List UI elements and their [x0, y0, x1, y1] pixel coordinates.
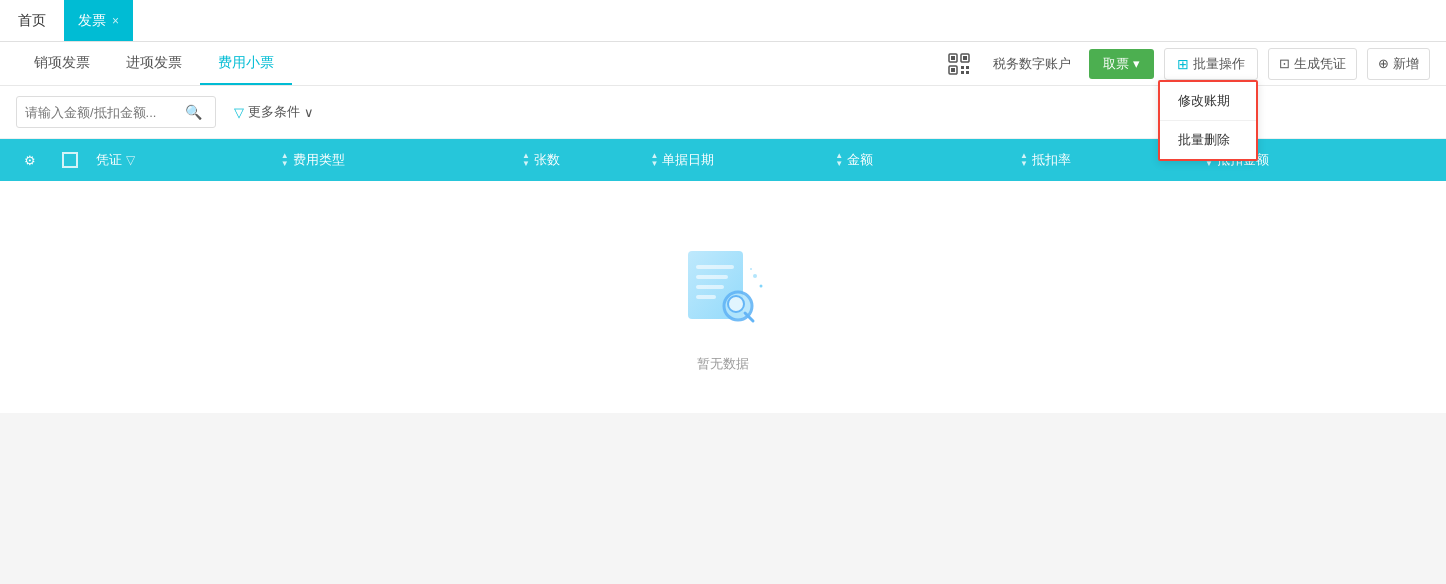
qr-icon-button[interactable]	[943, 48, 975, 80]
dropdown-item-modify-period[interactable]: 修改账期	[1160, 82, 1256, 120]
svg-rect-1	[951, 56, 955, 60]
svg-point-18	[753, 274, 757, 278]
sort-arrows-expense: ▲▼	[281, 152, 289, 168]
qr-icon	[948, 53, 970, 75]
sort-arrows-count: ▲▼	[522, 152, 530, 168]
tab-expense-receipt[interactable]: 费用小票	[200, 42, 292, 85]
sub-tabs-right: 税务数字账户 取票 ▾ ⊞ 批量操作 修改账期 批量删除 ⊡ 生成凭证 ⊕ 新增	[943, 48, 1430, 80]
sub-tabs-left: 销项发票 进项发票 费用小票	[16, 42, 292, 85]
svg-point-19	[760, 285, 763, 288]
th-voucher-label: 凭证	[96, 151, 122, 169]
sub-tabs-bar: 销项发票 进项发票 费用小票 税务数字账户 取票 ▾	[0, 42, 1446, 86]
add-new-icon: ⊕	[1378, 56, 1389, 71]
svg-rect-7	[966, 66, 969, 69]
svg-rect-11	[696, 265, 734, 269]
svg-rect-12	[696, 275, 728, 279]
svg-point-16	[728, 296, 744, 312]
th-settings[interactable]: ⚙	[8, 153, 52, 168]
sort-arrows-deduct-rate: ▲▼	[1020, 152, 1028, 168]
search-input-wrap: 🔍	[16, 96, 216, 128]
top-nav: 首页 发票 ×	[0, 0, 1446, 42]
take-ticket-button[interactable]: 取票 ▾	[1089, 49, 1154, 79]
gen-voucher-icon: ⊡	[1279, 56, 1290, 71]
settings-gear-icon: ⚙	[24, 153, 36, 168]
th-date-label: 单据日期	[662, 151, 714, 169]
nav-tab-invoice[interactable]: 发票 ×	[64, 0, 133, 41]
sort-arrows-date: ▲▼	[650, 152, 658, 168]
take-ticket-dropdown-arrow: ▾	[1133, 56, 1140, 71]
more-conditions-label: 更多条件	[248, 103, 300, 121]
take-ticket-label: 取票	[1103, 55, 1129, 73]
svg-point-20	[750, 268, 752, 270]
th-expense-type: ▲▼ 费用类型	[273, 151, 514, 169]
tax-account-button[interactable]: 税务数字账户	[985, 55, 1079, 73]
svg-rect-3	[963, 56, 967, 60]
filter-icon: ▽	[234, 105, 244, 120]
tab-income-invoice[interactable]: 进项发票	[108, 42, 200, 85]
dropdown-item-batch-delete[interactable]: 批量删除	[1160, 120, 1256, 159]
search-input[interactable]	[25, 105, 185, 120]
empty-state-icon	[673, 241, 773, 341]
svg-rect-5	[951, 68, 955, 72]
sort-arrows-amount: ▲▼	[835, 152, 843, 168]
th-expense-type-label: 费用类型	[293, 151, 345, 169]
gen-voucher-button[interactable]: ⊡ 生成凭证	[1268, 48, 1357, 80]
th-checkbox[interactable]	[52, 152, 88, 168]
svg-rect-6	[961, 66, 964, 69]
nav-tab-invoice-label: 发票	[78, 12, 106, 30]
empty-state-text: 暂无数据	[697, 355, 749, 373]
nav-home[interactable]: 首页	[0, 0, 64, 41]
th-date: ▲▼ 单据日期	[642, 151, 827, 169]
add-new-button[interactable]: ⊕ 新增	[1367, 48, 1430, 80]
batch-ops-label: 批量操作	[1193, 55, 1245, 73]
gen-voucher-label: 生成凭证	[1294, 55, 1346, 73]
more-conditions-button[interactable]: ▽ 更多条件 ∨	[226, 103, 322, 121]
th-deduct-rate-label: 抵扣率	[1032, 151, 1071, 169]
batch-ops-container: ⊞ 批量操作 修改账期 批量删除	[1164, 48, 1258, 80]
empty-state: 暂无数据	[0, 181, 1446, 413]
th-amount-label: 金额	[847, 151, 873, 169]
batch-ops-dropdown: 修改账期 批量删除	[1158, 80, 1258, 161]
svg-rect-9	[966, 71, 969, 74]
th-count: ▲▼ 张数	[514, 151, 643, 169]
more-conditions-chevron: ∨	[304, 105, 314, 120]
th-count-label: 张数	[534, 151, 560, 169]
batch-ops-button[interactable]: ⊞ 批量操作	[1164, 48, 1258, 80]
close-tab-icon[interactable]: ×	[112, 14, 119, 28]
th-amount: ▲▼ 金额	[827, 151, 1012, 169]
header-checkbox[interactable]	[62, 152, 78, 168]
th-voucher: 凭证 ▽	[88, 151, 273, 169]
batch-icon: ⊞	[1177, 56, 1189, 72]
search-icon[interactable]: 🔍	[185, 104, 202, 120]
svg-rect-8	[961, 71, 964, 74]
tab-sales-invoice[interactable]: 销项发票	[16, 42, 108, 85]
th-voucher-filter-icon[interactable]: ▽	[126, 153, 135, 167]
svg-rect-14	[696, 295, 716, 299]
svg-rect-13	[696, 285, 724, 289]
add-new-label: 新增	[1393, 55, 1419, 73]
